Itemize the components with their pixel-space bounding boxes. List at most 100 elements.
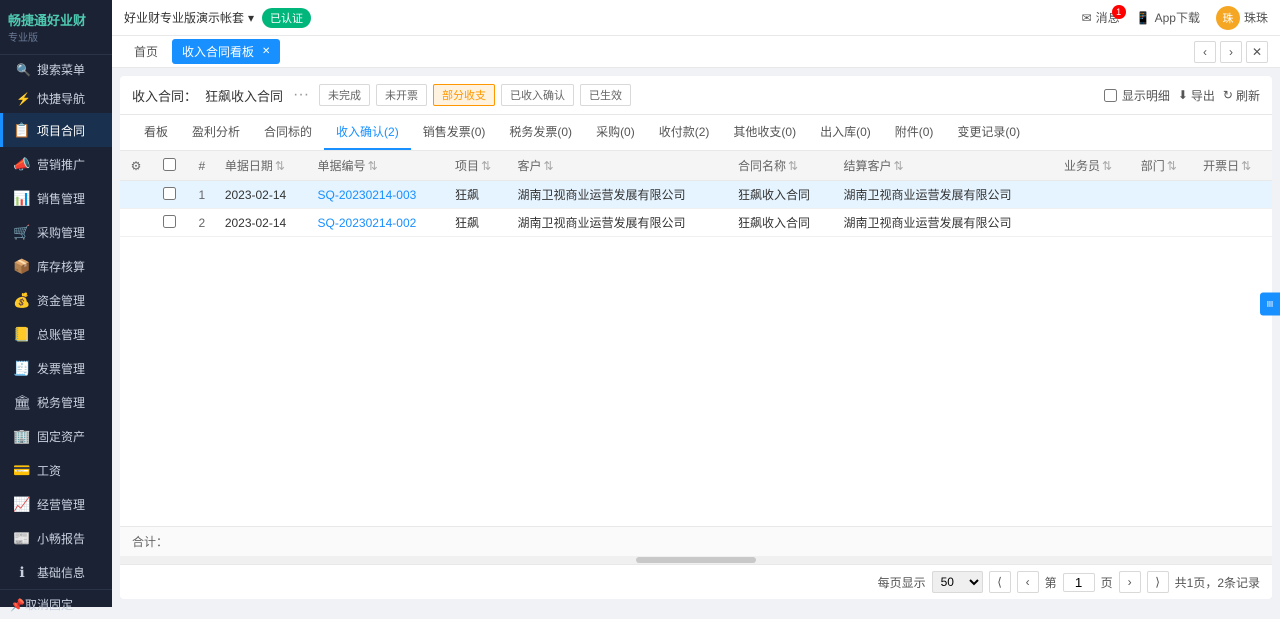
nav-label-11: 经营管理 — [37, 496, 85, 513]
table-footer: 合计： — [120, 526, 1272, 556]
row-number-0[interactable]: SQ-20230214-003 — [310, 181, 448, 209]
status-tag-3[interactable]: 已收入确认 — [501, 84, 574, 106]
row-checkbox-1[interactable] — [152, 209, 187, 237]
tab-back-button[interactable]: ‹ — [1194, 41, 1216, 63]
sub-tab-1[interactable]: 盈利分析 — [180, 115, 252, 150]
prev-page-button[interactable]: ‹ — [1017, 571, 1039, 593]
sidebar-item-库存核算[interactable]: 📦库存核算 — [0, 249, 112, 283]
sub-tab-4[interactable]: 销售发票(0) — [411, 115, 498, 150]
col-number[interactable]: 单据编号⇅ — [310, 151, 448, 181]
row-number-1[interactable]: SQ-20230214-002 — [310, 209, 448, 237]
sidebar-item-基础信息[interactable]: ℹ基础信息 — [0, 555, 112, 589]
sidebar-item-税务管理[interactable]: 🏛税务管理 — [0, 385, 112, 419]
status-tag-0[interactable]: 未完成 — [319, 84, 370, 106]
horizontal-scrollbar[interactable] — [120, 556, 1272, 564]
scrollbar-thumb[interactable] — [636, 557, 756, 563]
contract-header-left: 收入合同：狂飙收入合同 ··· 未完成未开票部分收支已收入确认已生效 — [132, 84, 631, 106]
sidebar-item-总账管理[interactable]: 📒总账管理 — [0, 317, 112, 351]
sidebar-item-工资[interactable]: 💳工资 — [0, 453, 112, 487]
more-options-icon[interactable]: ··· — [293, 86, 309, 104]
tab-contract-board[interactable]: 收入合同看板 ✕ — [172, 39, 280, 64]
table-row[interactable]: 1 2023-02-14 SQ-20230214-003 狂飙 湖南卫视商业运营… — [120, 181, 1272, 209]
tabbar: 首页 收入合同看板 ✕ ‹ › ✕ — [112, 36, 1280, 68]
row-invoice-date-0 — [1195, 181, 1272, 209]
sub-tab-9[interactable]: 出入库(0) — [808, 115, 883, 150]
refresh-button[interactable]: ↻ 刷新 — [1223, 87, 1260, 104]
next-page-button[interactable]: › — [1119, 571, 1141, 593]
last-page-button[interactable]: ⟩ — [1147, 571, 1169, 593]
export-button[interactable]: ⬇ 导出 — [1178, 87, 1215, 104]
sub-tab-5[interactable]: 税务发票(0) — [497, 115, 584, 150]
nav-label-8: 税务管理 — [37, 394, 85, 411]
status-tag-4[interactable]: 已生效 — [580, 84, 631, 106]
sidebar-item-经营管理[interactable]: 📈经营管理 — [0, 487, 112, 521]
row-check-1[interactable] — [163, 215, 176, 228]
app-download-label: App下载 — [1155, 9, 1200, 26]
row-department-1 — [1133, 209, 1195, 237]
row-number-link-0[interactable]: SQ-20230214-003 — [318, 188, 417, 202]
col-date[interactable]: 单据日期⇅ — [217, 151, 310, 181]
right-float-icon[interactable]: ≡ — [1260, 292, 1280, 315]
sub-tab-7[interactable]: 收付款(2) — [647, 115, 722, 150]
sidebar-item-采购管理[interactable]: 🛒采购管理 — [0, 215, 112, 249]
row-check-0[interactable] — [163, 187, 176, 200]
tab-close-button[interactable]: ✕ — [1246, 41, 1268, 63]
col-salesman[interactable]: 业务员⇅ — [1056, 151, 1133, 181]
sub-tab-10[interactable]: 附件(0) — [883, 115, 946, 150]
sub-tab-0[interactable]: 看板 — [132, 115, 180, 150]
sidebar-item-销售管理[interactable]: 📊销售管理 — [0, 181, 112, 215]
sidebar-item-固定资产[interactable]: 🏢固定资产 — [0, 419, 112, 453]
col-contract-name[interactable]: 合同名称⇅ — [730, 151, 835, 181]
sidebar-item-资金管理[interactable]: 💰资金管理 — [0, 283, 112, 317]
select-all-checkbox[interactable] — [163, 158, 176, 171]
display-detail-toggle[interactable]: 显示明细 — [1104, 87, 1170, 104]
col-project-label: 项目 — [455, 159, 479, 173]
tab-forward-button[interactable]: › — [1220, 41, 1242, 63]
first-page-button[interactable]: ⟨ — [989, 571, 1011, 593]
col-invoice-date[interactable]: 开票日⇅ — [1195, 151, 1272, 181]
sidebar-item-项目合同[interactable]: 📋项目合同 — [0, 113, 112, 147]
tab-close-icon[interactable]: ✕ — [262, 46, 270, 57]
sidebar-item-营销推广[interactable]: 📣营销推广 — [0, 147, 112, 181]
col-project[interactable]: 项目⇅ — [447, 151, 509, 181]
col-settle-customer[interactable]: 结算客户⇅ — [835, 151, 1056, 181]
message-button[interactable]: ✉ 1 消息 — [1082, 9, 1120, 26]
col-department[interactable]: 部门⇅ — [1133, 151, 1195, 181]
tab-contract-label: 收入合同看板 — [182, 43, 254, 60]
sub-tab-8[interactable]: 其他收支(0) — [721, 115, 808, 150]
nav-label-4: 库存核算 — [37, 258, 85, 275]
tab-home[interactable]: 首页 — [124, 39, 168, 64]
sidebar-item-小畅报告[interactable]: 📰小畅报告 — [0, 521, 112, 555]
search-icon: 🔍 — [16, 63, 31, 77]
sub-tab-11[interactable]: 变更记录(0) — [945, 115, 1032, 150]
sidebar-item-search[interactable]: 🔍 搜索菜单 — [0, 55, 112, 84]
row-contract-name-0: 狂飙收入合同 — [730, 181, 835, 209]
col-settings[interactable]: ⚙ — [120, 151, 152, 181]
table-row[interactable]: 2 2023-02-14 SQ-20230214-002 狂飙 湖南卫视商业运营… — [120, 209, 1272, 237]
page-input[interactable] — [1063, 573, 1095, 592]
per-page-select[interactable]: 50 100 200 — [932, 571, 983, 593]
sidebar-pin-toggle[interactable]: 📌 取消固定 — [0, 589, 112, 619]
nav-icon-6: 📒 — [13, 325, 31, 343]
detail-checkbox[interactable] — [1104, 89, 1117, 102]
company-selector[interactable]: 好业财专业版演示帐套 ▾ — [124, 9, 254, 26]
nav-icon-13: ℹ — [13, 563, 31, 581]
status-tag-1[interactable]: 未开票 — [376, 84, 427, 106]
sub-tab-3[interactable]: 收入确认(2) — [324, 115, 411, 150]
status-tag-2[interactable]: 部分收支 — [433, 84, 495, 106]
user-avatar-group[interactable]: 珠 珠珠 — [1216, 6, 1268, 30]
row-checkbox-0[interactable] — [152, 181, 187, 209]
col-checkbox[interactable] — [152, 151, 187, 181]
sidebar-item-发票管理[interactable]: 🧾发票管理 — [0, 351, 112, 385]
download-icon: 📱 — [1136, 11, 1151, 25]
contract-title-name: 狂飙收入合同 — [205, 86, 283, 105]
sub-tab-2[interactable]: 合同标的 — [252, 115, 324, 150]
col-customer[interactable]: 客户⇅ — [509, 151, 730, 181]
sub-tab-6[interactable]: 采购(0) — [584, 115, 647, 150]
topbar-right: ✉ 1 消息 📱 App下载 珠 珠珠 — [1082, 6, 1268, 30]
sidebar-item-quick-nav[interactable]: ⚡ 快捷导航 — [0, 84, 112, 113]
sort-contract-name-icon: ⇅ — [788, 159, 798, 173]
app-download-button[interactable]: 📱 App下载 — [1136, 9, 1200, 26]
row-number-link-1[interactable]: SQ-20230214-002 — [318, 216, 417, 230]
table-wrapper: ⚙ # 单据日期⇅ 单据编号⇅ 项目⇅ 客户⇅ 合同名称⇅ 结算客户⇅ 业务员⇅… — [120, 151, 1272, 526]
